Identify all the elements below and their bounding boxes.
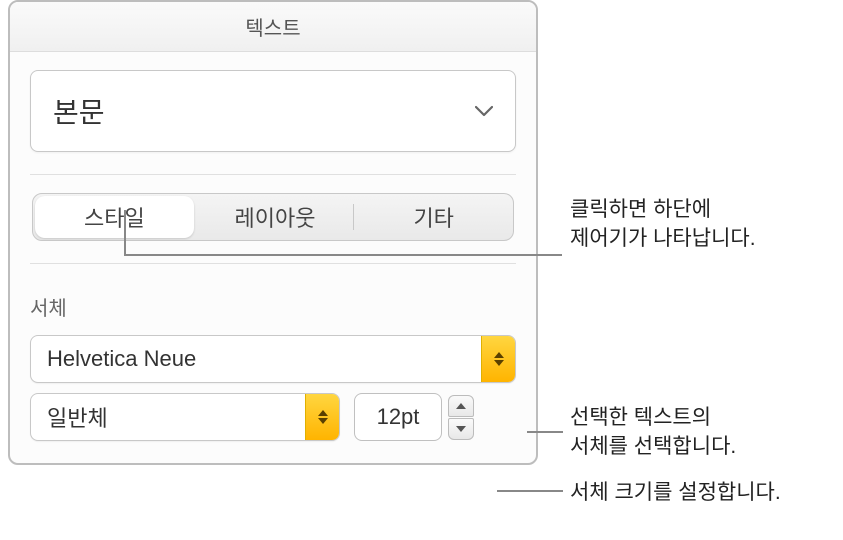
font-section-label: 서체 <box>30 292 516 321</box>
callout-tabs: 클릭하면 하단에 제어기가 나타납니다. <box>570 195 756 254</box>
font-size-stepper <box>448 395 474 440</box>
callout-text: 클릭하면 하단에 <box>570 195 756 224</box>
tab-style[interactable]: 스타일 <box>35 196 194 238</box>
font-weight-select[interactable]: 일반체 <box>30 393 340 441</box>
font-family-select[interactable]: Helvetica Neue <box>30 335 516 383</box>
font-size-field[interactable]: 12pt <box>354 393 442 441</box>
font-size-control: 12pt <box>354 393 474 441</box>
tab-other[interactable]: 기타 <box>354 194 513 240</box>
callout-font-family: 선택한 텍스트의 서체를 선택합니다. <box>570 403 736 462</box>
panel-title: 텍스트 <box>10 2 536 52</box>
callout-text: 선택한 텍스트의 <box>570 403 736 432</box>
font-size-up-button[interactable] <box>448 395 474 417</box>
callout-line <box>124 210 126 254</box>
chevron-down-icon <box>475 105 493 117</box>
updown-icon <box>481 336 515 382</box>
text-inspector-panel: 텍스트 본문 스타일 레이아웃 기타 서체 Helvetica Neue 일반체 <box>8 0 538 465</box>
paragraph-style-label: 본문 <box>53 91 105 131</box>
font-size-down-button[interactable] <box>448 418 474 440</box>
tab-layout[interactable]: 레이아웃 <box>196 194 355 240</box>
font-weight-value: 일반체 <box>31 401 305 433</box>
callout-font-size: 서체 크기를 설정합니다. <box>570 478 781 507</box>
callout-line <box>527 431 563 433</box>
callout-text: 서체를 선택합니다. <box>570 432 736 461</box>
divider <box>30 174 516 175</box>
tab-style-label: 스타일 <box>84 201 145 233</box>
updown-icon <box>305 394 339 440</box>
font-size-value: 12pt <box>377 404 420 430</box>
callout-line <box>497 490 563 492</box>
font-family-value: Helvetica Neue <box>31 346 481 372</box>
callout-line <box>124 254 562 256</box>
callout-text: 서체 크기를 설정합니다. <box>570 478 781 507</box>
tabs: 스타일 레이아웃 기타 <box>32 193 514 241</box>
panel-body: 본문 스타일 레이아웃 기타 서체 Helvetica Neue 일반체 <box>10 52 536 463</box>
divider <box>30 263 516 264</box>
tab-other-label: 기타 <box>413 201 453 233</box>
tab-layout-label: 레이아웃 <box>235 201 316 233</box>
callout-text: 제어기가 나타납니다. <box>570 224 756 253</box>
paragraph-style-select[interactable]: 본문 <box>30 70 516 152</box>
